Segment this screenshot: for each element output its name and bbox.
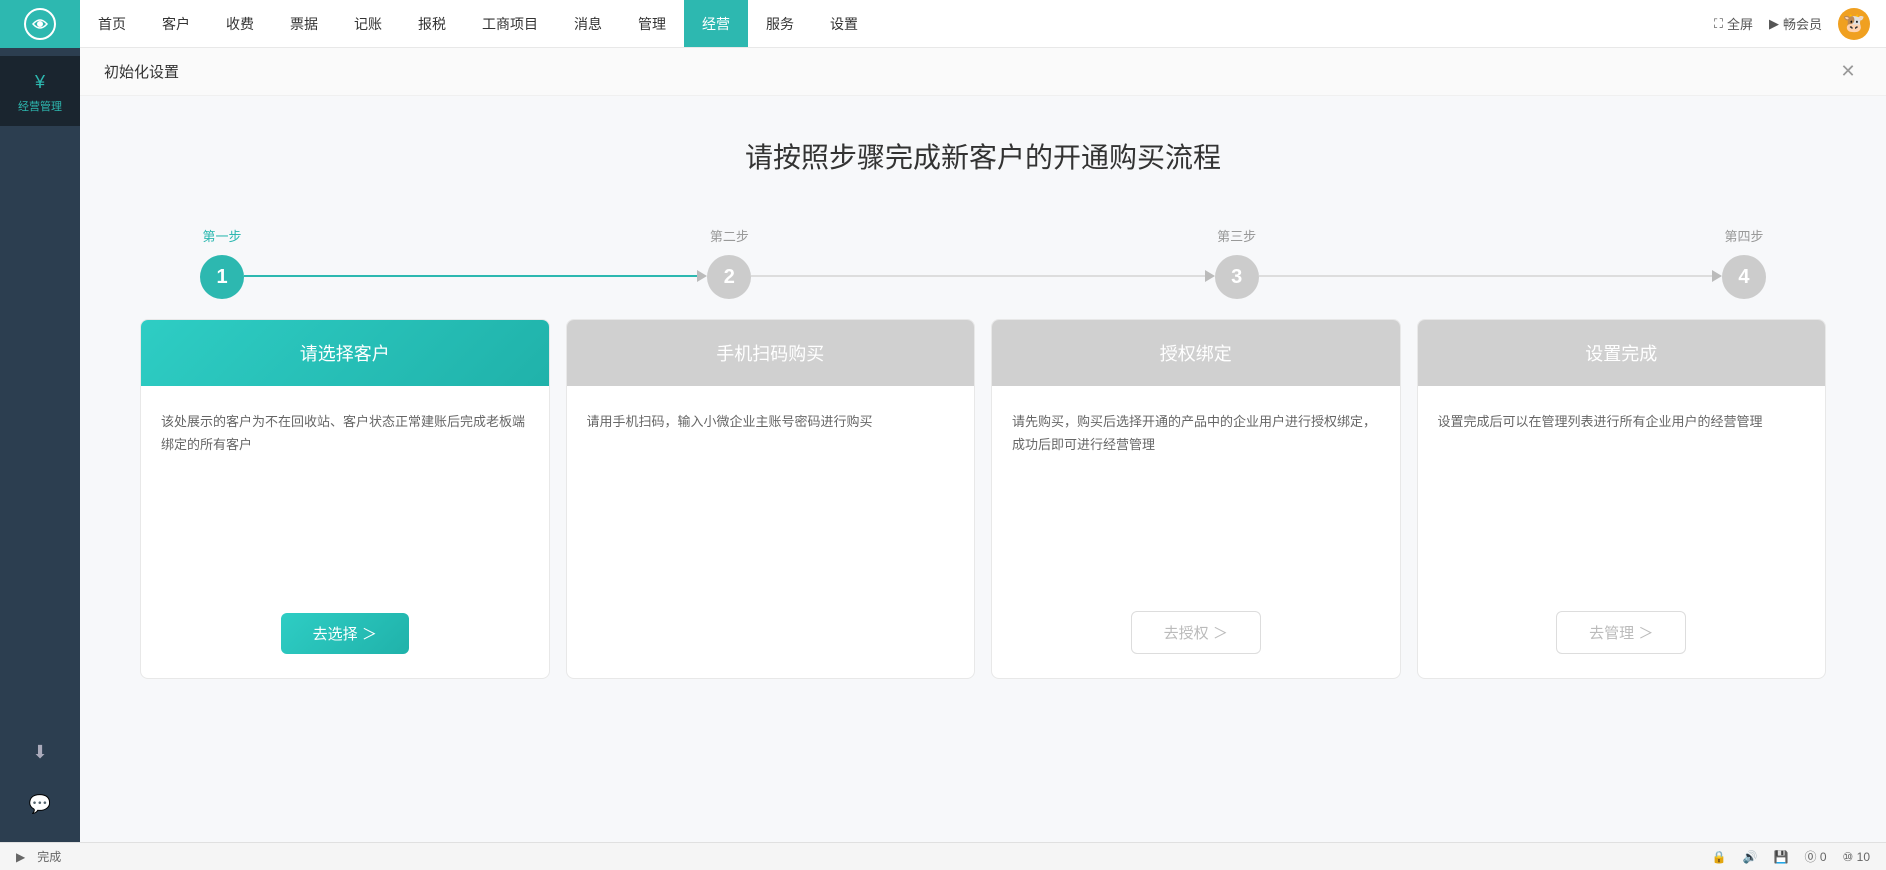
connector-3 — [1259, 270, 1722, 282]
step-3-circle: 3 — [1215, 255, 1259, 299]
nav-bill[interactable]: 票据 — [272, 0, 336, 47]
nav-manage[interactable]: 管理 — [620, 0, 684, 47]
card-4-footer: 去管理 ＞ — [1418, 595, 1826, 678]
nav-settings[interactable]: 设置 — [812, 0, 876, 47]
status-bar: ▶ 完成 🔒 🔊 💾 ⓪ 0 ⑩ 10 — [0, 842, 1886, 870]
top-nav: 首页 客户 收费 票据 记账 报税 工商项目 消息 管理 经营 服务 设置 ⛶ … — [0, 0, 1886, 48]
card-3: 授权绑定 请先购买，购买后选择开通的产品中的企业用户进行授权绑定，成功后即可进行… — [991, 319, 1401, 679]
step-4-circle: 4 — [1722, 255, 1766, 299]
nav-right: ⛶ 全屏 ▶ 畅会员 🐮 — [1714, 8, 1886, 40]
go-manage-button[interactable]: 去管理 ＞ — [1556, 611, 1686, 654]
step-2-wrapper: 第二步 2 — [707, 226, 751, 299]
page-title: 初始化设置 — [104, 61, 179, 82]
steps-row: 第一步 1 第二步 2 — [140, 226, 1826, 299]
avatar[interactable]: 🐮 — [1838, 8, 1870, 40]
card-1: 请选择客户 该处展示的客户为不在回收站、客户状态正常建账后完成老板端绑定的所有客… — [140, 319, 550, 679]
sidebar-icon-yen: ¥ — [26, 68, 54, 96]
download-icon: ⬇ — [26, 738, 54, 766]
setup-content: 请按照步骤完成新客户的开通购买流程 第一步 1 第二步 2 — [80, 96, 1886, 842]
step-2-label: 第二步 — [710, 226, 749, 245]
connector-2 — [751, 270, 1214, 282]
nav-fee[interactable]: 收费 — [208, 0, 272, 47]
card-1-body: 该处展示的客户为不在回收站、客户状态正常建账后完成老板端绑定的所有客户 — [141, 386, 549, 597]
status-play-icon: ▶ — [16, 850, 25, 864]
nav-account[interactable]: 记账 — [336, 0, 400, 47]
card-3-body: 请先购买，购买后选择开通的产品中的企业用户进行授权绑定，成功后即可进行经营管理 — [992, 386, 1400, 595]
card-2: 手机扫码购买 请用手机扫码，输入小微企业主账号密码进行购买 — [566, 319, 976, 679]
fullscreen-icon: ⛶ — [1714, 16, 1723, 32]
card-4: 设置完成 设置完成后可以在管理列表进行所有企业用户的经营管理 去管理 ＞ — [1417, 319, 1827, 679]
content-header: 初始化设置 ✕ — [80, 48, 1886, 96]
step-1-wrapper: 第一步 1 — [200, 226, 244, 299]
card-2-header: 手机扫码购买 — [567, 320, 975, 386]
card-3-footer: 去授权 ＞ — [992, 595, 1400, 678]
fullscreen-btn[interactable]: ⛶ 全屏 — [1714, 14, 1753, 33]
play-icon: ▶ — [1769, 16, 1779, 32]
nav-customer[interactable]: 客户 — [144, 0, 208, 47]
sidebar-item-operation[interactable]: ¥ 经营管理 — [0, 56, 80, 126]
main-layout: ¥ 经营管理 ⬇ 💬 初始化设置 ✕ 请按照步骤完成新客户的开通购买流程 第一步 — [0, 48, 1886, 842]
nav-operation[interactable]: 经营 — [684, 0, 748, 47]
card-1-header: 请选择客户 — [141, 320, 549, 386]
logo-icon — [24, 8, 56, 40]
card-4-header: 设置完成 — [1418, 320, 1826, 386]
card-4-body: 设置完成后可以在管理列表进行所有企业用户的经营管理 — [1418, 386, 1826, 595]
counter-0: ⓪ 0 — [1805, 848, 1827, 865]
sidebar: ¥ 经营管理 ⬇ 💬 — [0, 48, 80, 842]
step-4-wrapper: 第四步 4 — [1722, 226, 1766, 299]
lock-icon: 🔒 — [1712, 850, 1727, 864]
sidebar-download[interactable]: ⬇ — [0, 726, 80, 778]
nav-logo — [0, 0, 80, 48]
go-select-button[interactable]: 去选择 ＞ — [281, 613, 409, 654]
chat-icon: 💬 — [26, 790, 54, 818]
step-3-wrapper: 第三步 3 — [1215, 226, 1259, 299]
step-3-label: 第三步 — [1217, 226, 1256, 245]
nav-home[interactable]: 首页 — [80, 0, 144, 47]
cards-row: 请选择客户 该处展示的客户为不在回收站、客户状态正常建账后完成老板端绑定的所有客… — [140, 319, 1826, 679]
volume-icon: 🔊 — [1743, 850, 1758, 864]
step-4-label: 第四步 — [1724, 226, 1763, 245]
nav-service[interactable]: 服务 — [748, 0, 812, 47]
status-bar-right: 🔒 🔊 💾 ⓪ 0 ⑩ 10 — [1712, 848, 1870, 865]
nav-business[interactable]: 工商项目 — [464, 0, 556, 47]
nav-message[interactable]: 消息 — [556, 0, 620, 47]
card-2-footer — [567, 638, 975, 678]
step-1-label: 第一步 — [202, 226, 241, 245]
save-icon: 💾 — [1774, 850, 1789, 864]
card-3-header: 授权绑定 — [992, 320, 1400, 386]
nav-tax[interactable]: 报税 — [400, 0, 464, 47]
step-2-circle: 2 — [707, 255, 751, 299]
connector-1 — [244, 270, 707, 282]
close-button[interactable]: ✕ — [1834, 58, 1862, 86]
go-authorize-button[interactable]: 去授权 ＞ — [1131, 611, 1261, 654]
sidebar-chat[interactable]: 💬 — [0, 778, 80, 830]
card-2-body: 请用手机扫码，输入小微企业主账号密码进行购买 — [567, 386, 975, 638]
sidebar-bottom: ⬇ 💬 — [0, 726, 80, 842]
content-area: 初始化设置 ✕ 请按照步骤完成新客户的开通购买流程 第一步 1 第二步 — [80, 48, 1886, 842]
setup-main-title: 请按照步骤完成新客户的开通购买流程 — [140, 136, 1826, 176]
step-1-circle: 1 — [200, 255, 244, 299]
card-1-footer: 去选择 ＞ — [141, 597, 549, 678]
status-text: 完成 — [37, 848, 61, 865]
member-btn[interactable]: ▶ 畅会员 — [1769, 14, 1822, 33]
counter-10: ⑩ 10 — [1843, 850, 1870, 864]
nav-items: 首页 客户 收费 票据 记账 报税 工商项目 消息 管理 经营 服务 设置 — [80, 0, 1714, 47]
